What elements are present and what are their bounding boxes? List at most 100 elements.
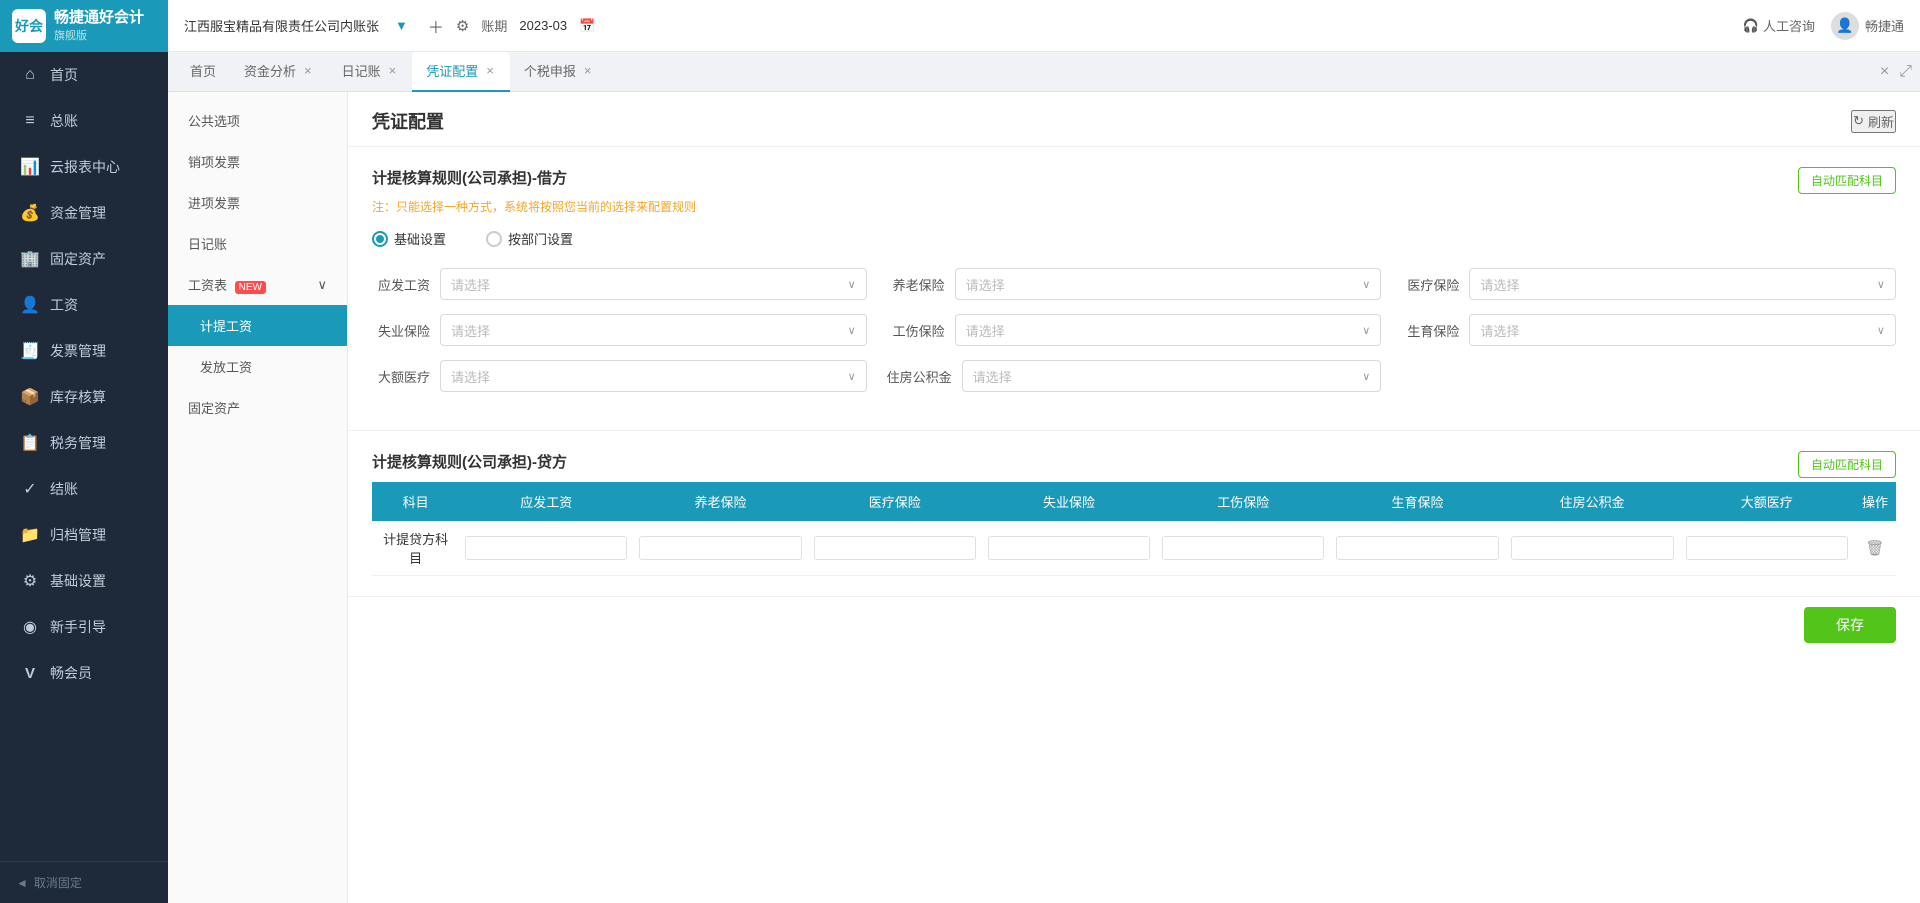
chevron-down-icon-5: ∨ [1362,324,1370,337]
label-maternity: 生育保险 [1401,321,1459,340]
select-apply-salary-placeholder: 请选择 [451,275,490,294]
archive-icon: 📁 [20,525,40,545]
settings-icon[interactable]: ⚙ [456,17,469,35]
invoice-icon: 🧾 [20,341,40,361]
sidebar-item-guide[interactable]: ◉ 新手引导 [0,604,168,650]
radio-dept-circle [486,231,502,247]
tab-journal-close[interactable]: × [387,63,399,78]
sidebar-item-salary[interactable]: 👤 工资 [0,282,168,328]
subnav-pay-salary[interactable]: 发放工资 [168,346,347,387]
auto-match-debit-button[interactable]: 自动匹配科目 [1798,167,1896,194]
subnav-calc-salary[interactable]: 计提工资 [168,305,347,346]
td-maternity-input[interactable] [1330,521,1504,576]
td-large-medical-input[interactable] [1680,521,1854,576]
select-housing-fund[interactable]: 请选择 ∨ [962,360,1382,392]
th-action: 操作 [1854,482,1896,521]
select-maternity[interactable]: 请选择 ∨ [1469,314,1896,346]
input-work-injury[interactable] [1162,536,1324,560]
sidebar-item-settlement[interactable]: ✓ 结账 [0,466,168,512]
close-tab-button[interactable]: × [1880,63,1889,81]
auto-match-credit-button[interactable]: 自动匹配科目 [1798,451,1896,478]
expand-icon: ∨ [317,277,327,293]
radio-dept[interactable]: 按部门设置 [486,229,573,248]
input-housing-fund[interactable] [1511,536,1674,560]
form-row-medical: 医疗保险 请选择 ∨ [1401,268,1896,300]
form-row-housing-fund: 住房公积金 请选择 ∨ [887,360,1382,392]
subnav-journal[interactable]: 日记账 [168,223,347,264]
select-work-injury[interactable]: 请选择 ∨ [955,314,1382,346]
input-pension[interactable] [639,536,801,560]
subnav-sales[interactable]: 销项发票 [168,141,347,182]
refresh-button[interactable]: ↻ 刷新 [1851,110,1896,133]
td-housing-fund-input[interactable] [1505,521,1680,576]
chevron-down-icon-6: ∨ [1877,324,1885,337]
td-unemployment-input[interactable] [982,521,1156,576]
delete-row-button[interactable]: 🗑 [1865,540,1884,557]
tab-journal[interactable]: 日记账 × [328,52,413,92]
sidebar-item-archive[interactable]: 📁 归档管理 [0,512,168,558]
user-button[interactable]: 👤 畅捷通 [1831,12,1904,40]
tab-tax-close[interactable]: × [582,63,594,78]
input-large-medical[interactable] [1686,536,1848,560]
sidebar-item-inventory[interactable]: 📦 库存核算 [0,374,168,420]
sidebar-item-basic[interactable]: ⚙ 基础设置 [0,558,168,604]
select-apply-salary[interactable]: 请选择 ∨ [440,268,867,300]
unpin-button[interactable]: ◄ 取消固定 [0,861,168,903]
inventory-icon: 📦 [20,387,40,407]
main-area: 江西服宝精品有限责任公司内账张 ▼ ＋ ⚙ 账期 2023-03 📅 🎧 人工咨… [168,0,1920,903]
input-maternity[interactable] [1336,536,1498,560]
select-pension[interactable]: 请选择 ∨ [955,268,1382,300]
service-button[interactable]: 🎧 人工咨询 [1743,16,1815,35]
sidebar-item-home[interactable]: ⌂ 首页 [0,52,168,98]
tab-tax[interactable]: 个税申报 × [510,52,608,92]
label-unemployment: 失业保险 [372,321,430,340]
radio-dept-label: 按部门设置 [508,229,573,248]
save-button[interactable]: 保存 [1804,607,1896,643]
basic-icon: ⚙ [20,571,40,591]
calendar-icon[interactable]: 📅 [579,18,595,34]
subnav-public[interactable]: 公共选项 [168,100,347,141]
add-company-button[interactable]: ＋ [428,14,444,38]
tab-voucher[interactable]: 凭证配置 × [412,52,510,92]
td-work-injury-input[interactable] [1156,521,1330,576]
select-medical[interactable]: 请选择 ∨ [1469,268,1896,300]
reports-icon: 📊 [20,157,40,177]
select-unemployment[interactable]: 请选择 ∨ [440,314,867,346]
company-dropdown-icon[interactable]: ▼ [395,18,408,33]
tab-voucher-close[interactable]: × [484,63,496,78]
subnav-fixed-assets[interactable]: 固定资产 [168,387,347,428]
tab-home[interactable]: 首页 [176,52,230,92]
subnav-salary-table[interactable]: 工资表 NEW ∨ [168,264,347,305]
td-pension-input[interactable] [633,521,807,576]
sidebar-item-fixed-assets[interactable]: 🏢 固定资产 [0,236,168,282]
input-apply-salary[interactable] [465,536,627,560]
subnav-purchase[interactable]: 进项发票 [168,182,347,223]
sidebar-item-invoice[interactable]: 🧾 发票管理 [0,328,168,374]
avatar: 👤 [1831,12,1859,40]
td-subject-name: 计提贷方科目 [372,521,459,576]
credit-section: 计提核算规则(公司承担)-贷方 自动匹配科目 科目 应发工资 养老保险 医疗保险… [348,430,1920,596]
app-edition: 旗舰版 [54,27,144,43]
tab-capital-close[interactable]: × [302,63,314,78]
sidebar-item-ledger[interactable]: ≡ 总账 [0,98,168,144]
label-medical: 医疗保险 [1401,275,1459,294]
sidebar-label-capital: 资金管理 [50,203,106,223]
refresh-icon: ↻ [1853,113,1864,129]
td-medical-input[interactable] [808,521,982,576]
input-medical[interactable] [814,536,976,560]
subnav-pay-salary-label: 发放工资 [200,360,252,375]
td-apply-salary-input[interactable] [459,521,633,576]
chevron-down-icon-8: ∨ [1362,370,1370,383]
credit-table: 科目 应发工资 养老保险 医疗保险 失业保险 工伤保险 生育保险 住房公积金 大… [372,482,1896,576]
sidebar-item-vip[interactable]: V 畅会员 [0,650,168,696]
radio-basic[interactable]: 基础设置 [372,229,446,248]
fullscreen-button[interactable]: ⤢ [1899,63,1912,81]
sidebar-item-capital[interactable]: 💰 资金管理 [0,190,168,236]
sidebar-item-tax[interactable]: 📋 税务管理 [0,420,168,466]
input-unemployment[interactable] [988,536,1150,560]
sidebar-item-reports[interactable]: 📊 云报表中心 [0,144,168,190]
select-large-medical[interactable]: 请选择 ∨ [440,360,867,392]
logo-icon: 好会 [12,9,46,43]
sidebar-label-ledger: 总账 [50,111,78,131]
tab-capital[interactable]: 资金分析 × [230,52,328,92]
